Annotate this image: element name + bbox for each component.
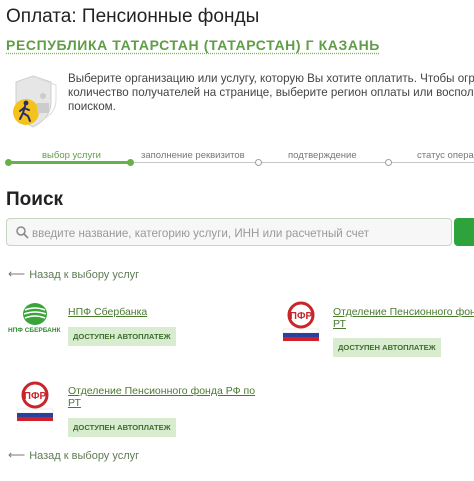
logo-caption: ПФР bbox=[24, 391, 47, 402]
npf-sberbank-logo[interactable]: НПФ СБЕРБАНК bbox=[8, 300, 62, 340]
region-selector-link[interactable]: РЕСПУБЛИКА ТАТАРСТАН (ТАТАРСТАН) Г КАЗАН… bbox=[6, 37, 380, 53]
back-to-services-link[interactable]: ⟵ Назад к выбору услуг bbox=[8, 267, 139, 281]
logo-caption: ПФР bbox=[290, 311, 313, 322]
step-dot bbox=[385, 159, 392, 166]
arrow-left-icon: ⟵ bbox=[8, 267, 26, 281]
autopay-badge: ДОСТУПЕН АВТОПЛАТЕЖ bbox=[333, 338, 441, 357]
pfr-logo[interactable]: ПФР bbox=[280, 301, 322, 343]
step-dot bbox=[127, 159, 134, 166]
provider-link-pfr-rt[interactable]: Отделение Пенсионного фонд РТ bbox=[333, 306, 474, 330]
search-heading: Поиск bbox=[6, 189, 64, 210]
step-dot bbox=[5, 159, 12, 166]
arrow-left-icon: ⟵ bbox=[8, 448, 26, 462]
back-link-label: Назад к выбору услуг bbox=[29, 269, 140, 281]
provider-link-pfr-rf-rt[interactable]: Отделение Пенсионного фонда РФ по РТ bbox=[68, 385, 258, 409]
step-dot bbox=[255, 159, 262, 166]
steps-track-active bbox=[8, 161, 132, 164]
back-link-label: Назад к выбору услуг bbox=[29, 450, 140, 462]
pfr-logo[interactable]: ПФР bbox=[14, 381, 56, 423]
autopay-badge: ДОСТУПЕН АВТОПЛАТЕЖ bbox=[68, 418, 176, 437]
info-text: Выберите организацию или услугу, которую… bbox=[68, 72, 474, 114]
step-label: заполнение реквизитов bbox=[141, 150, 245, 161]
back-to-services-link[interactable]: ⟵ Назад к выбору услуг bbox=[8, 448, 139, 462]
search-button[interactable] bbox=[454, 218, 474, 246]
provider-name-line: Отделение Пенсионного фонд bbox=[333, 306, 474, 318]
info-line: поиском. bbox=[68, 100, 116, 113]
info-line: количество получателей на странице, выбе… bbox=[68, 86, 474, 99]
step-label: выбор услуги bbox=[42, 150, 101, 161]
autopay-badge: ДОСТУПЕН АВТОПЛАТЕЖ bbox=[68, 327, 176, 346]
step-label: статус операц bbox=[417, 150, 474, 161]
search-placeholder: введите название, категорию услуги, ИНН … bbox=[32, 227, 370, 240]
pedestrian-shield-icon bbox=[6, 72, 66, 130]
provider-name-line: Отделение Пенсионного фонда РФ по bbox=[68, 385, 256, 397]
logo-caption: НПФ СБЕРБАНК bbox=[8, 327, 61, 334]
provider-name-line: РТ bbox=[68, 397, 81, 409]
search-icon bbox=[15, 225, 29, 239]
page-title: Оплата: Пенсионные фонды bbox=[6, 6, 260, 27]
provider-name-line: РТ bbox=[333, 318, 346, 330]
provider-link-npf-sberbank[interactable]: НПФ Сбербанка bbox=[68, 306, 147, 318]
step-label: подтверждение bbox=[288, 150, 357, 161]
info-line: Выберите организацию или услугу, которую… bbox=[68, 72, 474, 85]
